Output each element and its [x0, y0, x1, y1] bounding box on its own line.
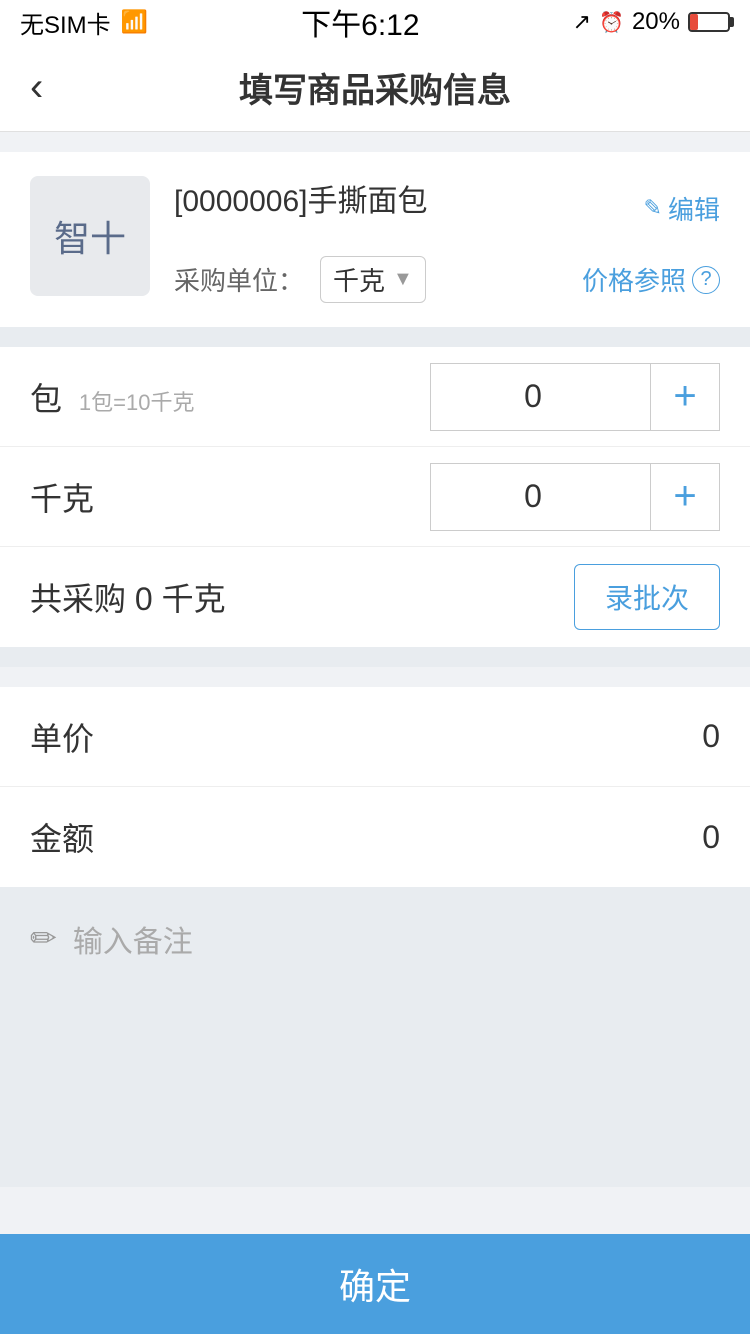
remark-section[interactable]: ✏ 输入备注 — [0, 887, 750, 1187]
help-icon: ? — [692, 266, 720, 294]
unit-price-value: 0 — [702, 718, 720, 755]
alarm-icon: ⏰ — [599, 10, 624, 35]
product-card: 智十 [0000006]手撕面包 ✎ 编辑 采购单位： 千克 ▼ 价格参照 ? — [0, 152, 750, 327]
kg-input-row: 千克 + — [0, 447, 750, 547]
bag-hint: 1包=10千克 — [79, 390, 195, 415]
status-bar: 无SIM卡 📶 下午6:12 ↗ ⏰ 20% — [0, 0, 750, 44]
status-bar-right: ↗ ⏰ 20% — [573, 8, 730, 36]
pencil-icon: ✏ — [30, 919, 57, 957]
product-logo: 智十 — [54, 210, 126, 262]
kg-quantity-input[interactable] — [430, 463, 650, 531]
unit-label: 采购单位： — [174, 261, 304, 298]
product-unit-row: 采购单位： 千克 ▼ 价格参照 ? — [174, 256, 720, 303]
bag-label: 包 1包=10千克 — [30, 374, 430, 420]
nav-bar: ‹ 填写商品采购信息 — [0, 44, 750, 132]
unit-price-row: 单价 0 — [0, 687, 750, 787]
wifi-icon: 📶 — [121, 9, 148, 35]
battery-percent: 20% — [632, 8, 680, 36]
remark-placeholder: 输入备注 — [73, 917, 193, 961]
price-reference-button[interactable]: 价格参照 ? — [582, 261, 720, 298]
price-section: 单价 0 金额 0 — [0, 687, 750, 887]
product-name: [0000006]手撕面包 — [174, 176, 427, 220]
bottom-bar: 确定 — [0, 1234, 750, 1334]
edit-button[interactable]: ✎ 编辑 — [644, 190, 720, 227]
summary-row: 共采购 0 千克 录批次 — [0, 547, 750, 647]
bag-quantity-wrap: + — [430, 363, 720, 431]
unit-selector[interactable]: 千克 ▼ — [320, 256, 426, 303]
bag-input-row: 包 1包=10千克 + — [0, 347, 750, 447]
section-divider-1 — [0, 327, 750, 347]
status-bar-left: 无SIM卡 📶 — [20, 5, 148, 40]
product-top-row: [0000006]手撕面包 ✎ 编辑 — [174, 176, 720, 240]
confirm-button[interactable]: 确定 — [0, 1234, 750, 1334]
battery-icon — [688, 12, 730, 32]
amount-row: 金额 0 — [0, 787, 750, 887]
product-info: [0000006]手撕面包 ✎ 编辑 采购单位： 千克 ▼ 价格参照 ? — [174, 176, 720, 303]
bag-plus-button[interactable]: + — [650, 363, 720, 431]
product-image: 智十 — [30, 176, 150, 296]
summary-text: 共采购 0 千克 — [30, 574, 226, 620]
edit-icon: ✎ — [644, 195, 662, 221]
page-title: 填写商品采购信息 — [239, 63, 511, 112]
amount-value: 0 — [702, 819, 720, 856]
location-icon: ↗ — [573, 9, 591, 35]
summary-unit: 千克 — [162, 581, 226, 617]
unit-value: 千克 — [333, 261, 385, 298]
kg-plus-button[interactable]: + — [650, 463, 720, 531]
summary-quantity: 0 — [135, 581, 153, 617]
bag-quantity-input[interactable] — [430, 363, 650, 431]
back-button[interactable]: ‹ — [20, 55, 53, 120]
status-bar-time: 下午6:12 — [301, 0, 419, 44]
chevron-down-icon: ▼ — [393, 268, 413, 291]
record-batch-button[interactable]: 录批次 — [574, 564, 720, 630]
kg-quantity-wrap: + — [430, 463, 720, 531]
section-divider-2 — [0, 647, 750, 667]
unit-price-label: 单价 — [30, 714, 94, 760]
amount-label: 金额 — [30, 814, 94, 860]
kg-label: 千克 — [30, 474, 430, 520]
carrier-label: 无SIM卡 — [20, 5, 111, 40]
input-section: 包 1包=10千克 + 千克 + — [0, 347, 750, 547]
